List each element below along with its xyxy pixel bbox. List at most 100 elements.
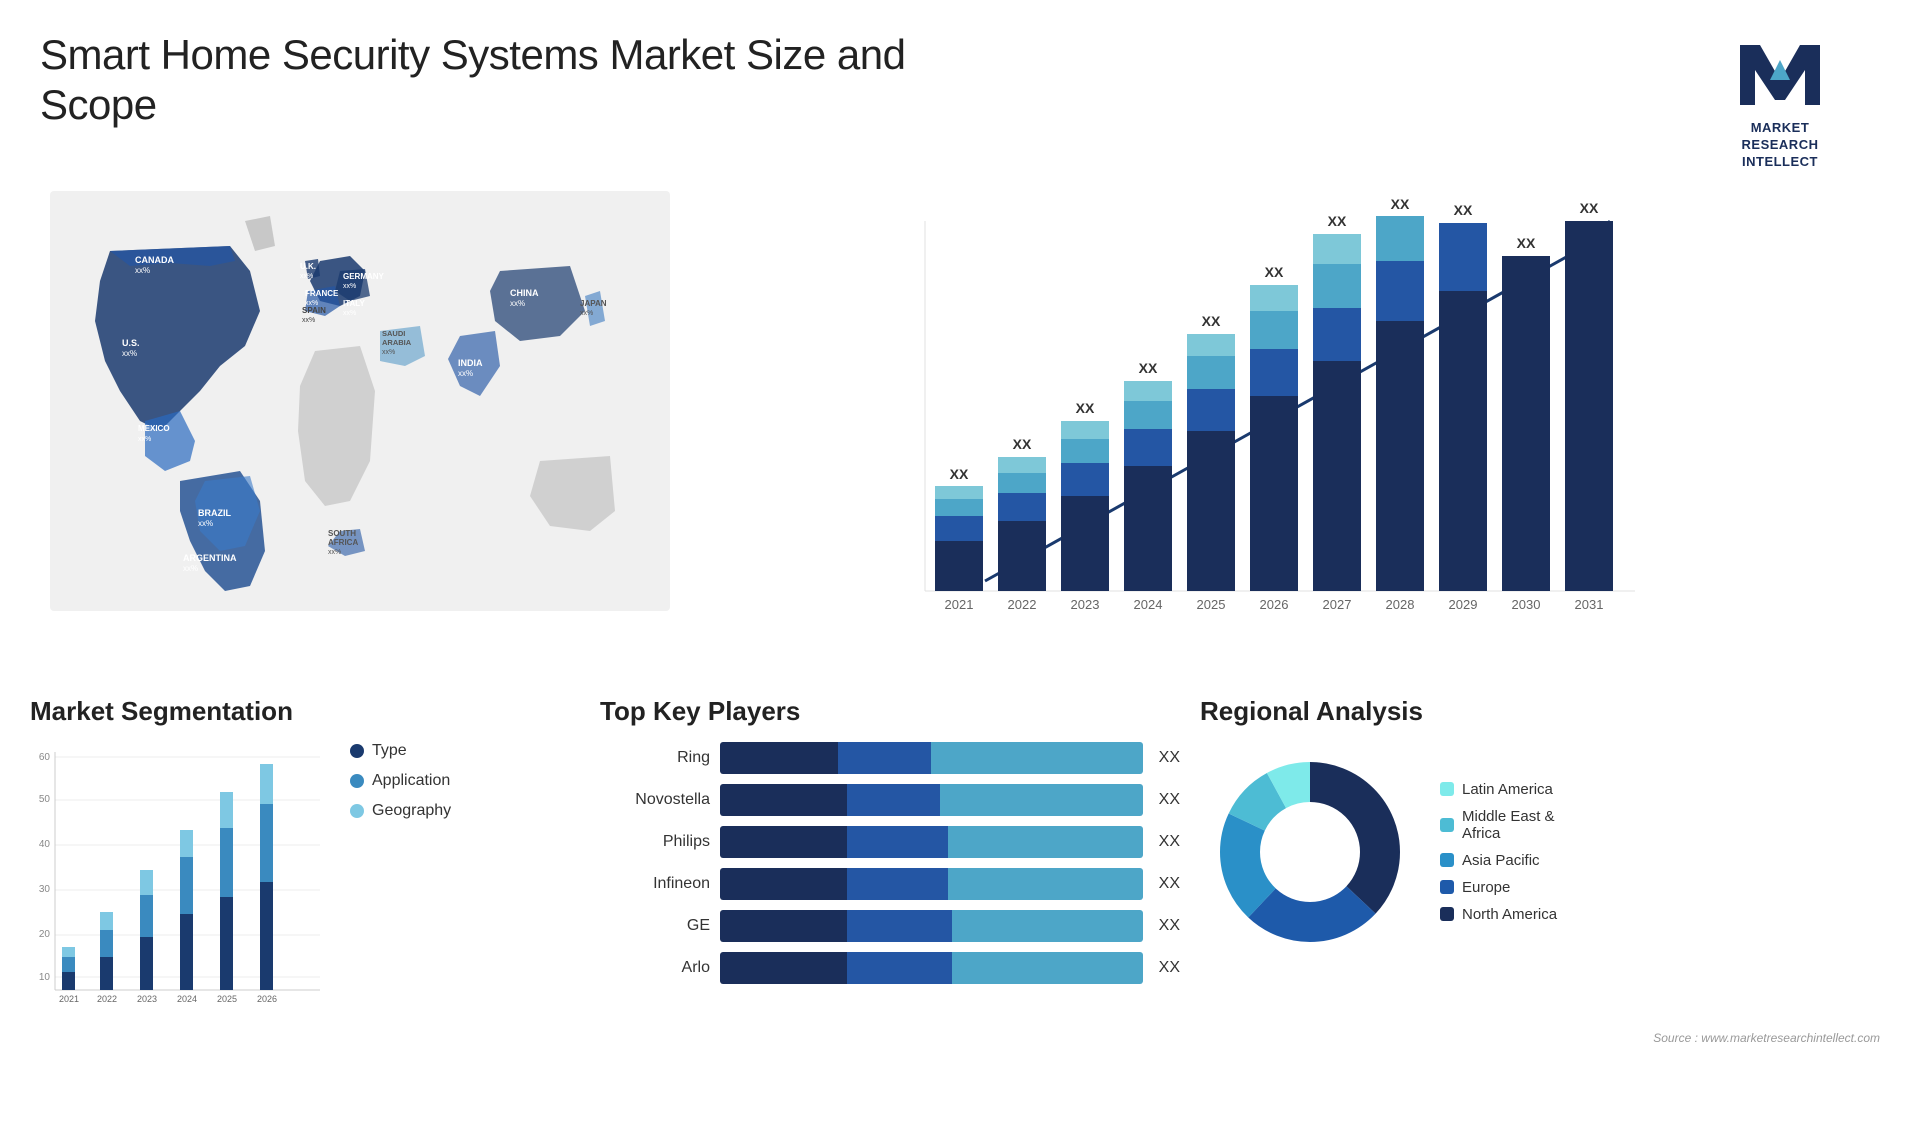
svg-text:xx%: xx%: [300, 273, 313, 280]
player-xx-infineon: XX: [1159, 875, 1180, 893]
svg-text:2025: 2025: [1197, 597, 1226, 612]
svg-text:XX: XX: [1328, 213, 1347, 229]
legend-application: Application: [350, 772, 451, 790]
mea-color: [1440, 818, 1454, 832]
svg-text:10: 10: [39, 972, 51, 983]
svg-text:XX: XX: [1580, 200, 1599, 216]
type-dot: [350, 744, 364, 758]
svg-text:2028: 2028: [1386, 597, 1415, 612]
svg-text:XX: XX: [1076, 400, 1095, 416]
svg-text:2030: 2030: [1512, 597, 1541, 612]
player-bar-novostella: [720, 784, 1143, 816]
player-row: Infineon XX: [600, 868, 1180, 900]
svg-text:2021: 2021: [945, 597, 974, 612]
donut-legend: Latin America Middle East &Africa Asia P…: [1440, 781, 1557, 923]
legend-type: Type: [350, 742, 451, 760]
svg-text:ITALY: ITALY: [343, 299, 365, 308]
svg-text:xx%: xx%: [580, 310, 593, 317]
svg-text:xx%: xx%: [382, 349, 395, 356]
player-row: Novostella XX: [600, 784, 1180, 816]
legend-asia-pacific: Asia Pacific: [1440, 852, 1557, 869]
player-bar-infineon: [720, 868, 1143, 900]
svg-text:xx%: xx%: [183, 564, 198, 573]
player-row: Ring XX: [600, 742, 1180, 774]
svg-text:xx%: xx%: [343, 283, 356, 290]
svg-text:60: 60: [39, 752, 51, 763]
player-bar-philips: [720, 826, 1143, 858]
player-name-philips: Philips: [600, 833, 710, 851]
player-row: Philips XX: [600, 826, 1180, 858]
svg-text:CHINA: CHINA: [510, 288, 539, 298]
svg-text:XX: XX: [1202, 313, 1221, 329]
svg-text:U.K.: U.K.: [300, 262, 316, 271]
svg-text:xx%: xx%: [138, 436, 151, 443]
player-name-ge: GE: [600, 917, 710, 935]
application-dot: [350, 774, 364, 788]
donut-chart: [1200, 742, 1420, 962]
svg-text:MEXICO: MEXICO: [138, 424, 170, 433]
svg-text:2024: 2024: [177, 994, 197, 1004]
player-name-arlo: Arlo: [600, 959, 710, 977]
legend-north-america: North America: [1440, 906, 1557, 923]
svg-text:XX: XX: [950, 466, 969, 482]
latin-america-label: Latin America: [1462, 781, 1553, 798]
svg-text:20: 20: [39, 929, 51, 940]
svg-text:40: 40: [39, 839, 51, 850]
svg-text:2023: 2023: [137, 994, 157, 1004]
mea-label: Middle East &Africa: [1462, 808, 1555, 842]
svg-text:2024: 2024: [1134, 597, 1163, 612]
player-xx-ring: XX: [1159, 749, 1180, 767]
svg-text:GERMANY: GERMANY: [343, 272, 385, 281]
world-map-section: CANADA xx% U.S. xx% MEXICO xx% BRAZIL xx…: [30, 181, 650, 691]
svg-text:2029: 2029: [1449, 597, 1478, 612]
svg-text:2026: 2026: [257, 994, 277, 1004]
svg-text:ARGENTINA: ARGENTINA: [183, 553, 237, 563]
svg-text:xx%: xx%: [343, 310, 356, 317]
svg-text:xx%: xx%: [135, 266, 150, 275]
svg-text:2026: 2026: [1260, 597, 1289, 612]
segmentation-legend: Type Application Geography: [350, 742, 451, 1012]
svg-text:xx%: xx%: [302, 317, 315, 324]
latin-america-color: [1440, 782, 1454, 796]
world-map: CANADA xx% U.S. xx% MEXICO xx% BRAZIL xx…: [50, 191, 670, 611]
svg-text:U.S.: U.S.: [122, 338, 140, 348]
legend-europe: Europe: [1440, 879, 1557, 896]
svg-text:xx%: xx%: [328, 549, 341, 556]
players-section: Top Key Players Ring XX Novostella XX: [600, 696, 1180, 1026]
player-name-ring: Ring: [600, 749, 710, 767]
svg-text:xx%: xx%: [458, 369, 473, 378]
svg-text:FRANCE: FRANCE: [305, 289, 339, 298]
player-xx-arlo: XX: [1159, 959, 1180, 977]
svg-text:2023: 2023: [1071, 597, 1100, 612]
svg-text:xx%: xx%: [510, 299, 525, 308]
growth-chart-section: XX 2021 XX 2022 XX 2023 XX 2024: [650, 181, 1900, 691]
europe-color: [1440, 880, 1454, 894]
player-row: Arlo XX: [600, 952, 1180, 984]
svg-text:2021: 2021: [59, 994, 79, 1004]
north-america-label: North America: [1462, 906, 1557, 923]
player-xx-novostella: XX: [1159, 791, 1180, 809]
svg-text:xx%: xx%: [198, 519, 213, 528]
svg-text:30: 30: [39, 884, 51, 895]
players-title: Top Key Players: [600, 696, 1180, 727]
svg-text:2027: 2027: [1323, 597, 1352, 612]
svg-text:CANADA: CANADA: [135, 255, 174, 265]
player-xx-ge: XX: [1159, 917, 1180, 935]
donut-area: Latin America Middle East &Africa Asia P…: [1200, 742, 1890, 962]
player-xx-philips: XX: [1159, 833, 1180, 851]
segmentation-section: Market Segmentation 60 50 40 30 20 10: [30, 696, 580, 1026]
svg-text:2022: 2022: [97, 994, 117, 1004]
svg-text:XX: XX: [1517, 235, 1536, 251]
svg-text:xx%: xx%: [122, 349, 137, 358]
svg-text:2025: 2025: [217, 994, 237, 1004]
regional-title: Regional Analysis: [1200, 696, 1890, 727]
source-text: Source : www.marketresearchintellect.com: [1653, 1031, 1880, 1045]
svg-text:2031: 2031: [1575, 597, 1604, 612]
europe-label: Europe: [1462, 879, 1510, 896]
svg-text:SPAIN: SPAIN: [302, 306, 326, 315]
geography-label: Geography: [372, 802, 451, 820]
svg-text:SOUTH: SOUTH: [328, 529, 356, 538]
svg-text:AFRICA: AFRICA: [328, 538, 358, 547]
player-bar-ring: [720, 742, 1143, 774]
svg-text:50: 50: [39, 794, 51, 805]
